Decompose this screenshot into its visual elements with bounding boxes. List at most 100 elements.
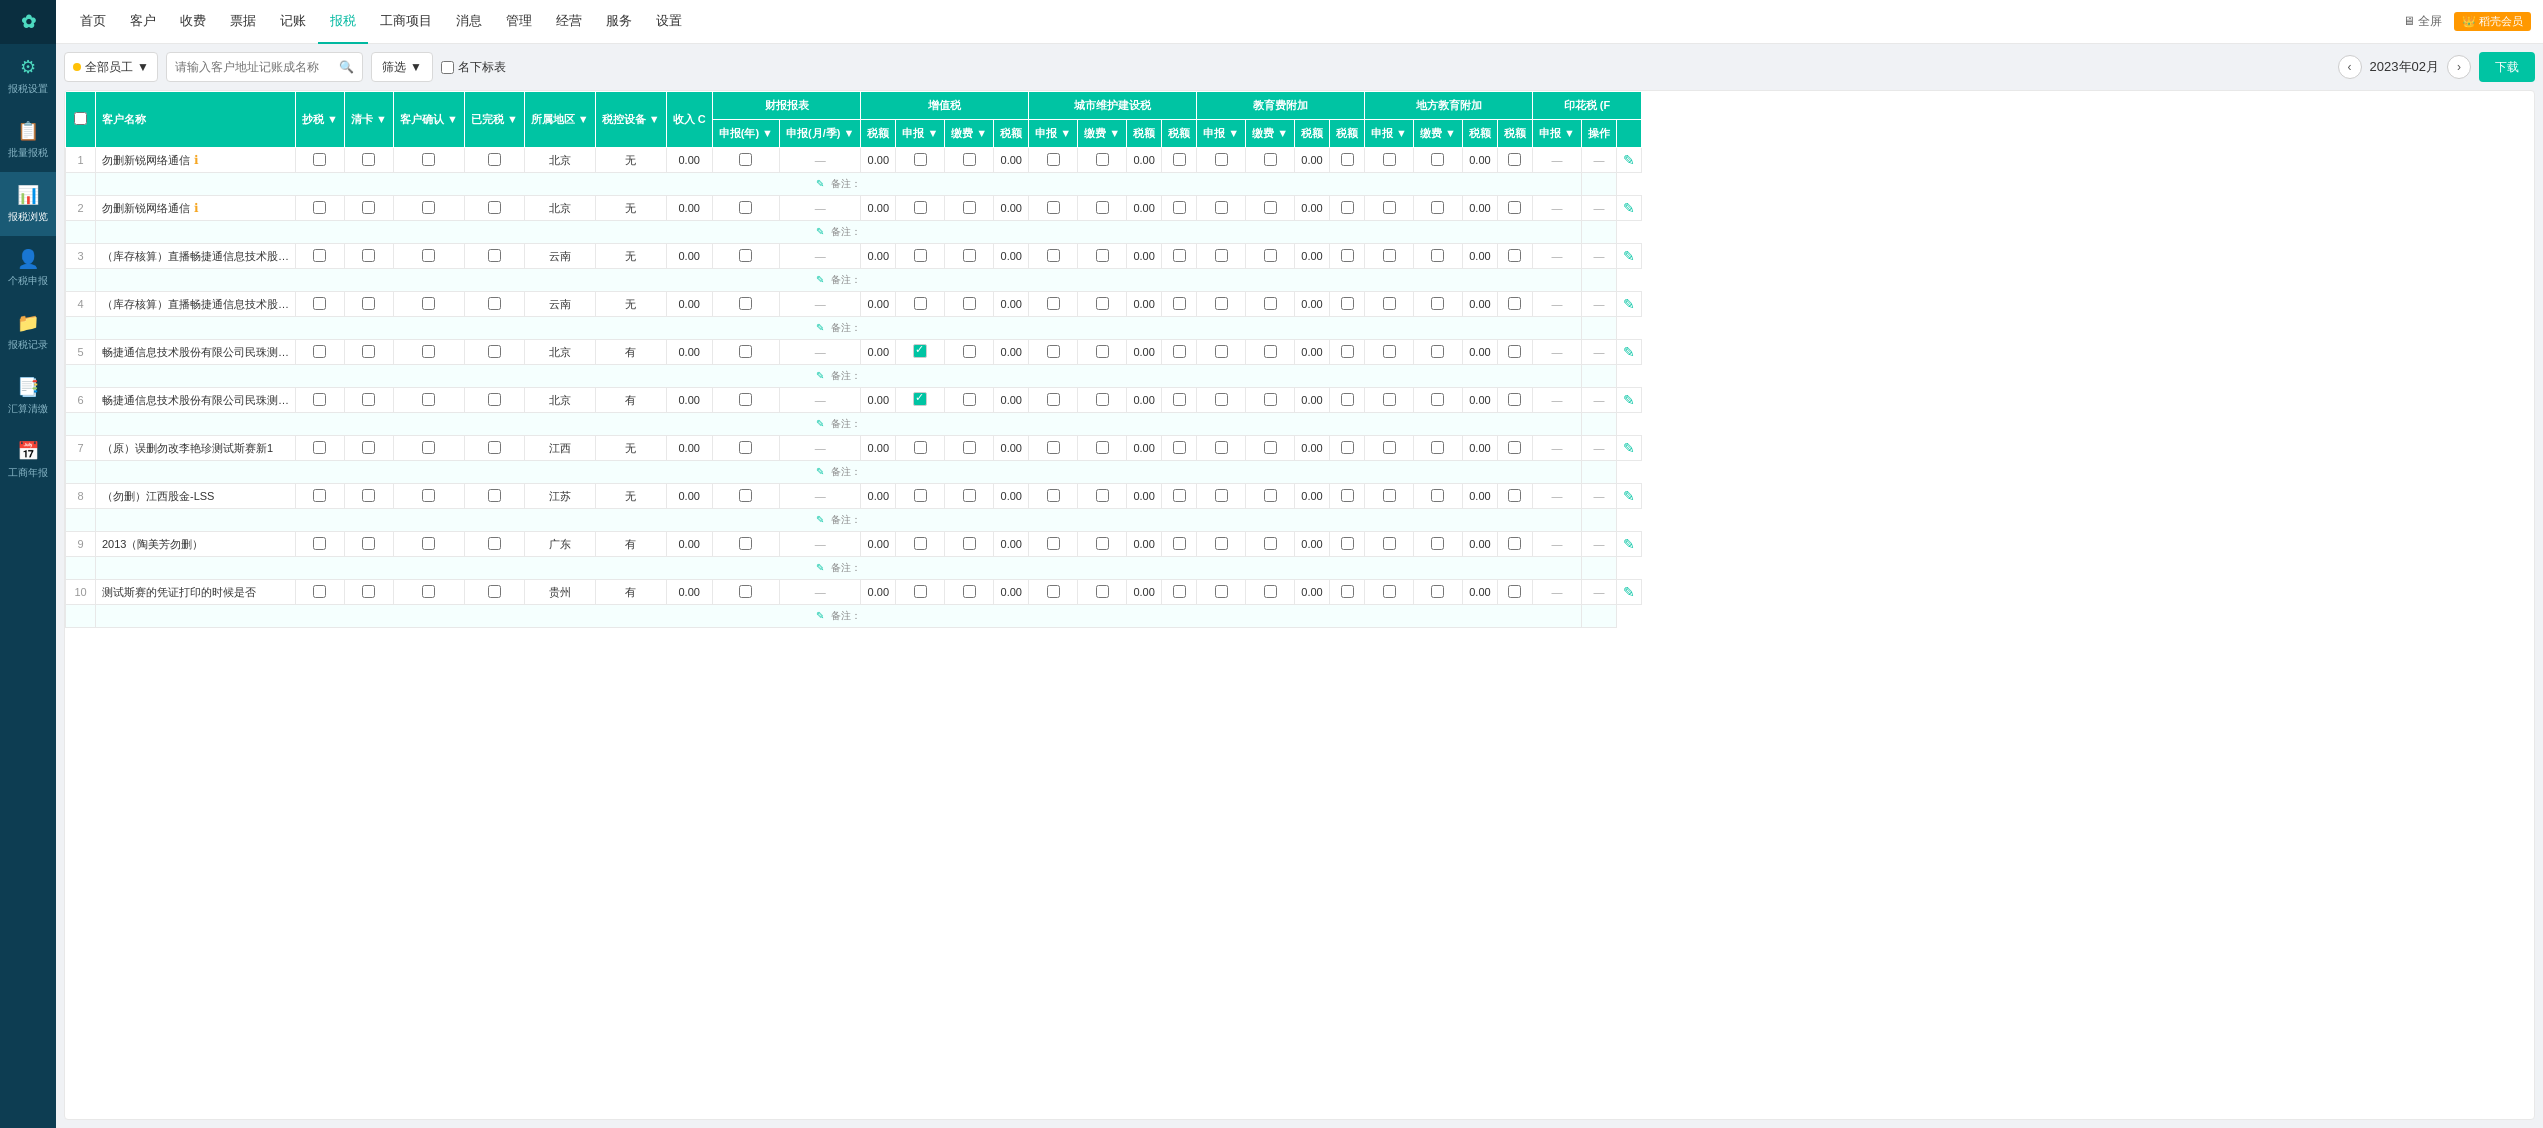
row-edu-report[interactable] <box>1197 436 1246 461</box>
finance-year-cb[interactable] <box>739 393 752 406</box>
finance-year-cb[interactable] <box>739 489 752 502</box>
row-vat-report[interactable] <box>896 436 945 461</box>
row-clear-card[interactable] <box>344 580 393 605</box>
row-local-pay[interactable] <box>1414 436 1463 461</box>
edu-report-cb[interactable] <box>1215 201 1228 214</box>
urban-pay-cb[interactable] <box>1096 249 1109 262</box>
row-local-report[interactable] <box>1365 292 1414 317</box>
row-urban-pay[interactable] <box>1078 196 1127 221</box>
vat-report-cb[interactable] <box>914 441 927 454</box>
row-confirm[interactable] <box>393 196 464 221</box>
checkbox-label[interactable]: 名下标表 <box>441 59 506 76</box>
row-local-report[interactable] <box>1365 388 1414 413</box>
nav-industry[interactable]: 工商项目 <box>368 0 444 44</box>
row-finance-year[interactable] <box>712 388 779 413</box>
row-filed[interactable] <box>464 484 524 509</box>
row-local-pay[interactable] <box>1414 388 1463 413</box>
sidebar-item-personal-report[interactable]: 👤 个税申报 <box>0 236 56 300</box>
urban-amount2-cb[interactable] <box>1173 345 1186 358</box>
local-report-cb[interactable] <box>1383 249 1396 262</box>
urban-report-cb[interactable] <box>1047 297 1060 310</box>
row-edit[interactable]: ✎ <box>1616 196 1641 221</box>
row-local-report[interactable] <box>1365 436 1414 461</box>
local-amount2-cb[interactable] <box>1508 441 1521 454</box>
filed-cb[interactable] <box>488 249 501 262</box>
filed-cb[interactable] <box>488 489 501 502</box>
edu-amount2-cb[interactable] <box>1341 537 1354 550</box>
row-filed[interactable] <box>464 436 524 461</box>
row-tax-copy[interactable] <box>296 292 345 317</box>
col-taxpayer-confirm[interactable]: 客户确认 ▼ <box>393 92 464 148</box>
row-local-amount2[interactable] <box>1497 292 1532 317</box>
row-urban-report[interactable] <box>1029 532 1078 557</box>
vat-report-cb[interactable] <box>914 153 927 166</box>
prev-month-button[interactable]: ‹ <box>2338 55 2362 79</box>
urban-amount2-cb[interactable] <box>1173 297 1186 310</box>
local-pay-cb[interactable] <box>1431 345 1444 358</box>
row-urban-pay[interactable] <box>1078 580 1127 605</box>
clear-card-cb[interactable] <box>362 489 375 502</box>
urban-report-cb[interactable] <box>1047 249 1060 262</box>
urban-amount2-cb[interactable] <box>1173 201 1186 214</box>
filed-cb[interactable] <box>488 537 501 550</box>
urban-pay-cb[interactable] <box>1096 585 1109 598</box>
urban-report-cb[interactable] <box>1047 153 1060 166</box>
row-edu-report[interactable] <box>1197 580 1246 605</box>
filed-cb[interactable] <box>488 201 501 214</box>
local-amount2-cb[interactable] <box>1508 585 1521 598</box>
row-urban-report[interactable] <box>1029 244 1078 269</box>
confirm-cb[interactable] <box>422 345 435 358</box>
row-urban-pay[interactable] <box>1078 532 1127 557</box>
urban-pay-cb[interactable] <box>1096 201 1109 214</box>
row-finance-year[interactable] <box>712 532 779 557</box>
local-report-cb[interactable] <box>1383 153 1396 166</box>
sub-stamp-report[interactable]: 申报 ▼ <box>1532 120 1581 148</box>
row-filed[interactable] <box>464 244 524 269</box>
row-local-amount2[interactable] <box>1497 532 1532 557</box>
row-edu-report[interactable] <box>1197 340 1246 365</box>
local-amount2-cb[interactable] <box>1508 489 1521 502</box>
row-local-report[interactable] <box>1365 340 1414 365</box>
tax-copy-cb[interactable] <box>313 297 326 310</box>
edu-amount2-cb[interactable] <box>1341 489 1354 502</box>
fullscreen-btn[interactable]: 🖥 全屏 <box>2403 13 2442 30</box>
row-edu-amount2[interactable] <box>1330 580 1365 605</box>
urban-report-cb[interactable] <box>1047 489 1060 502</box>
row-local-amount2[interactable] <box>1497 244 1532 269</box>
edit-icon[interactable]: ✎ <box>1623 152 1635 168</box>
row-edu-amount2[interactable] <box>1330 196 1365 221</box>
row-vat-report[interactable] <box>896 340 945 365</box>
search-input[interactable] <box>175 60 335 74</box>
row-urban-report[interactable] <box>1029 484 1078 509</box>
row-edu-report[interactable] <box>1197 388 1246 413</box>
urban-pay-cb[interactable] <box>1096 393 1109 406</box>
urban-amount2-cb[interactable] <box>1173 393 1186 406</box>
row-clear-card[interactable] <box>344 148 393 173</box>
edu-pay-cb[interactable] <box>1264 201 1277 214</box>
local-amount2-cb[interactable] <box>1508 153 1521 166</box>
nav-invoice[interactable]: 票据 <box>218 0 268 44</box>
edu-report-cb[interactable] <box>1215 537 1228 550</box>
row-filed[interactable] <box>464 388 524 413</box>
vat-report-cb[interactable] <box>913 392 927 406</box>
row-vat-report[interactable] <box>896 388 945 413</box>
row-finance-year[interactable] <box>712 148 779 173</box>
row-edu-amount2[interactable] <box>1330 244 1365 269</box>
vat-pay-cb[interactable] <box>963 489 976 502</box>
confirm-cb[interactable] <box>422 153 435 166</box>
row-urban-pay[interactable] <box>1078 484 1127 509</box>
edit-icon[interactable]: ✎ <box>1623 296 1635 312</box>
confirm-cb[interactable] <box>422 585 435 598</box>
row-urban-report[interactable] <box>1029 196 1078 221</box>
sidebar-item-tax-setup[interactable]: ⚙ 报税设置 <box>0 44 56 108</box>
edu-report-cb[interactable] <box>1215 297 1228 310</box>
row-tax-copy[interactable] <box>296 244 345 269</box>
finance-year-cb[interactable] <box>739 345 752 358</box>
sub-vat-pay[interactable]: 缴费 ▼ <box>945 120 994 148</box>
nav-tax[interactable]: 报税 <box>318 0 368 44</box>
vat-report-cb[interactable] <box>914 297 927 310</box>
filed-cb[interactable] <box>488 585 501 598</box>
edit-icon[interactable]: ✎ <box>1623 584 1635 600</box>
row-clear-card[interactable] <box>344 292 393 317</box>
row-urban-amount2[interactable] <box>1162 292 1197 317</box>
